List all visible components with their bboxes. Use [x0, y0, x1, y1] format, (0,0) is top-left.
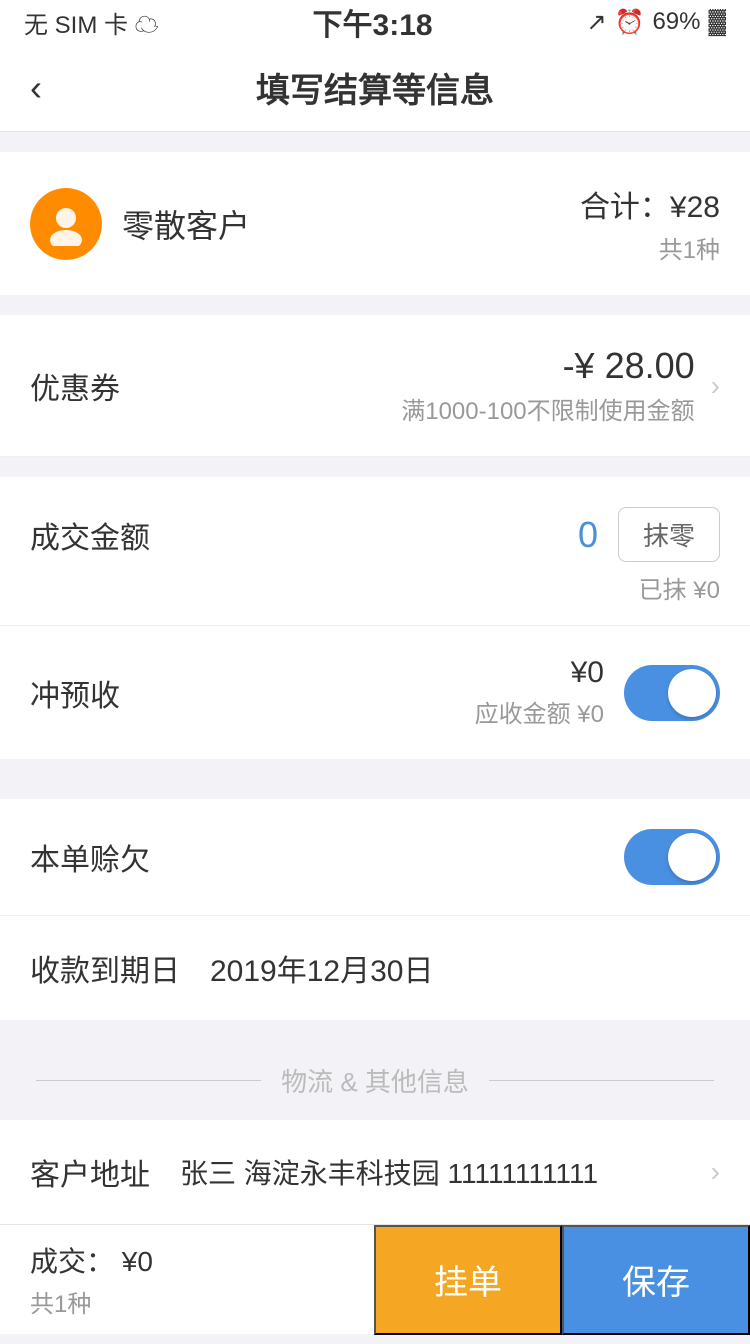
divider-3 — [0, 759, 750, 779]
back-button[interactable]: ‹ — [30, 57, 52, 119]
total-amount: 合计：¥28 — [580, 182, 720, 226]
coupon-label: 优惠券 — [30, 364, 120, 408]
location-icon: ↗ — [586, 8, 606, 37]
address-label: 客户地址 — [30, 1150, 150, 1194]
logistics-divider: 物流 & 其他信息 — [0, 1040, 750, 1120]
page-title: 填写结算等信息 — [256, 63, 494, 112]
round-zero-button[interactable]: 抹零 — [618, 507, 720, 562]
bottom-deal: 成交： ¥0 — [30, 1240, 344, 1280]
credit-section: 本单赊欠 — [0, 799, 750, 916]
status-left: 无 SIM 卡 ☁ — [24, 5, 159, 40]
coupon-discount: -¥ 28.00 — [401, 345, 694, 387]
coupon-right: -¥ 28.00 满1000-100不限制使用金额 › — [401, 345, 720, 426]
credit-toggle[interactable] — [624, 829, 720, 885]
logistics-line-left — [36, 1080, 261, 1081]
deal-label: 成交金额 — [30, 513, 150, 557]
bottom-count: 共1种 — [30, 1284, 344, 1319]
duedate-label: 收款到期日 — [30, 946, 180, 990]
save-button[interactable]: 保存 — [562, 1225, 750, 1335]
deal-value: 0 — [578, 514, 598, 556]
status-time: 下午3:18 — [313, 0, 433, 44]
alarm-icon: ⏰ — [615, 8, 645, 37]
prepay-sub: 应收金额 ¥0 — [475, 694, 604, 729]
prepay-section: 冲预收 ¥0 应收金额 ¥0 — [0, 626, 750, 759]
toggle-thumb — [668, 669, 716, 717]
chevron-right-icon: › — [711, 370, 720, 402]
prepay-toggle[interactable] — [624, 665, 720, 721]
bottom-deal-label: 成交： — [30, 1246, 114, 1277]
avatar — [30, 188, 102, 260]
status-right: ↗ ⏰ 69% ▓ — [586, 8, 726, 37]
hold-button[interactable]: 挂单 — [374, 1225, 562, 1335]
battery-label: 69% — [652, 8, 700, 36]
nav-bar: ‹ 填写结算等信息 — [0, 44, 750, 132]
credit-toggle-thumb — [668, 833, 716, 881]
credit-label: 本单赊欠 — [30, 835, 150, 879]
address-section[interactable]: 客户地址 张三 海淀永丰科技园 11111111111 › — [0, 1120, 750, 1224]
address-value: 张三 海淀永丰科技园 11111111111 — [180, 1152, 711, 1192]
customer-left: 零散客户 — [30, 188, 250, 260]
divider-1 — [0, 295, 750, 315]
deal-amount-section: 成交金额 0 抹零 已抹 ¥0 — [0, 477, 750, 626]
bottom-bar: 成交： ¥0 共1种 挂单 保存 — [0, 1224, 750, 1334]
prepay-amount-block: ¥0 应收金额 ¥0 — [475, 656, 604, 729]
status-bar: 无 SIM 卡 ☁ 下午3:18 ↗ ⏰ 69% ▓ — [0, 0, 750, 44]
total-count: 共1种 — [580, 230, 720, 265]
prepay-row: 冲预收 ¥0 应收金额 ¥0 — [30, 656, 720, 729]
divider-2 — [0, 457, 750, 477]
logistics-text: 物流 & 其他信息 — [261, 1062, 489, 1099]
bottom-deal-value: ¥0 — [122, 1246, 153, 1277]
logistics-line-right — [489, 1080, 714, 1081]
coupon-value-block: -¥ 28.00 满1000-100不限制使用金额 — [401, 345, 694, 426]
bottom-summary: 成交： ¥0 共1种 — [0, 1240, 374, 1319]
coupon-row[interactable]: 优惠券 -¥ 28.00 满1000-100不限制使用金额 › — [0, 315, 750, 457]
sim-label: 无 SIM 卡 ☁ — [24, 5, 159, 40]
coupon-desc: 满1000-100不限制使用金额 — [401, 391, 694, 426]
duedate-value: 2019年12月30日 — [210, 946, 433, 990]
deal-sub: 已抹 ¥0 — [30, 570, 720, 605]
duedate-section: 收款到期日 2019年12月30日 — [0, 916, 750, 1020]
battery-icon: ▓ — [708, 8, 726, 36]
customer-right: 合计：¥28 共1种 — [580, 182, 720, 265]
deal-right: 0 抹零 — [578, 507, 720, 562]
prepay-value: ¥0 — [475, 656, 604, 690]
prepay-label: 冲预收 — [30, 671, 120, 715]
address-chevron-icon: › — [711, 1156, 720, 1188]
prepay-right: ¥0 应收金额 ¥0 — [475, 656, 720, 729]
deal-row: 成交金额 0 抹零 — [30, 507, 720, 562]
customer-name: 零散客户 — [122, 201, 250, 247]
customer-section: 零散客户 合计：¥28 共1种 — [0, 152, 750, 295]
